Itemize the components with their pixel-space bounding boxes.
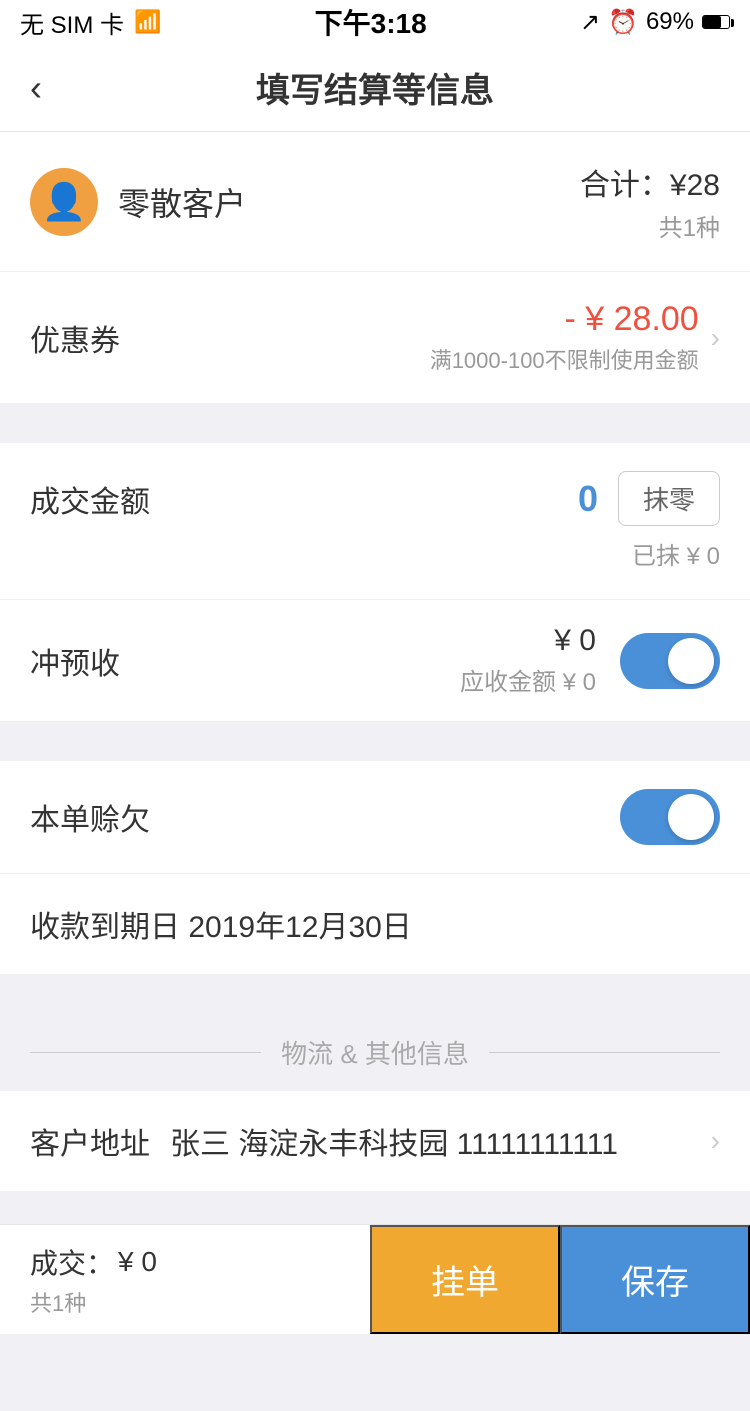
coupon-info: - ¥ 28.00 满1000-100不限制使用金额 (430, 300, 699, 375)
total-count: 共1种 (580, 208, 720, 243)
address-label: 客户地址 (30, 1119, 150, 1163)
status-left: 无 SIM 卡 📶 (20, 5, 161, 40)
save-button[interactable]: 保存 (560, 1225, 750, 1334)
deal-right: 0 抹零 (578, 471, 720, 526)
coupon-label: 优惠券 (30, 316, 120, 360)
pending-button[interactable]: 挂单 (370, 1225, 560, 1334)
customer-section: 👤 零散客户 合计：¥28 共1种 优惠券 - ¥ 28.00 满1000-10… (0, 132, 750, 403)
divider-right (489, 1052, 720, 1053)
deal-value[interactable]: 0 (578, 478, 598, 520)
total-amount: 合计：¥28 (580, 160, 720, 204)
wifi-icon: 📶 (134, 9, 161, 35)
coupon-chevron-icon: › (711, 322, 720, 354)
divider-left (30, 1052, 261, 1053)
alarm-icon: ⏰ (608, 8, 638, 37)
address-chevron-icon: › (711, 1125, 720, 1157)
coupon-amount: - ¥ 28.00 (430, 300, 699, 339)
prepay-sub-text: 应收金额 ¥ 0 (460, 662, 596, 697)
address-value: 张三 海淀永丰科技园 11111111111 (170, 1119, 711, 1163)
bottom-info: 成交： ¥ 0 共1种 (0, 1225, 370, 1334)
coupon-row[interactable]: 优惠券 - ¥ 28.00 满1000-100不限制使用金额 › (0, 271, 750, 403)
logistics-section: 物流 & 其他信息 (0, 1014, 750, 1091)
coupon-desc: 满1000-100不限制使用金额 (430, 343, 699, 375)
deal-sub-text: 已抹 ¥ 0 (30, 536, 720, 571)
coupon-right: - ¥ 28.00 满1000-100不限制使用金额 › (430, 300, 720, 375)
debt-section: 本单赊欠 收款到期日 2019年12月30日 (0, 761, 750, 974)
prepay-toggle[interactable] (620, 633, 720, 689)
avatar-icon: 👤 (42, 181, 87, 223)
customer-right: 合计：¥28 共1种 (580, 160, 720, 243)
status-time: 下午3:18 (315, 2, 427, 42)
due-date-text: 收款到期日 2019年12月30日 (30, 911, 412, 944)
status-right: ↗ ⏰ 69% (580, 8, 730, 37)
customer-row: 👤 零散客户 合计：¥28 共1种 (0, 132, 750, 271)
round-zero-button[interactable]: 抹零 (618, 471, 720, 526)
section-divider-1 (0, 423, 750, 443)
nav-bar: ‹ 填写结算等信息 (0, 44, 750, 132)
status-bar: 无 SIM 卡 📶 下午3:18 ↗ ⏰ 69% (0, 0, 750, 44)
bottom-deal-amount: ¥ 0 (118, 1246, 157, 1278)
bottom-count: 共1种 (30, 1286, 340, 1318)
logistics-divider: 物流 & 其他信息 (30, 1034, 720, 1071)
prepay-label: 冲预收 (30, 639, 120, 683)
prepay-row: 冲预收 ¥ 0 应收金额 ¥ 0 (0, 599, 750, 721)
debt-toggle-knob (668, 794, 714, 840)
avatar: 👤 (30, 168, 98, 236)
customer-left: 👤 零散客户 (30, 168, 246, 236)
battery-icon (702, 15, 730, 29)
battery-percent: 69% (646, 8, 694, 36)
section-divider-2 (0, 741, 750, 761)
address-row[interactable]: 客户地址 张三 海淀永丰科技园 11111111111 › (0, 1091, 750, 1191)
page-title: 填写结算等信息 (256, 63, 494, 112)
deal-amount-label: 成交金额 (30, 477, 150, 521)
prepay-info: ¥ 0 应收金额 ¥ 0 (460, 624, 596, 697)
debt-row: 本单赊欠 (0, 761, 750, 873)
address-section: 客户地址 张三 海淀永丰科技园 11111111111 › (0, 1091, 750, 1191)
logistics-label: 物流 & 其他信息 (281, 1034, 469, 1071)
prepay-amount: ¥ 0 (460, 624, 596, 658)
section-divider-3 (0, 994, 750, 1014)
toggle-knob (668, 638, 714, 684)
sim-label: 无 SIM 卡 (20, 5, 124, 40)
prepay-right: ¥ 0 应收金额 ¥ 0 (460, 624, 720, 697)
customer-name: 零散客户 (118, 179, 246, 225)
back-button[interactable]: ‹ (30, 67, 42, 109)
bottom-deal-label: 成交： (30, 1242, 114, 1282)
bottom-bar: 成交： ¥ 0 共1种 挂单 保存 (0, 1224, 750, 1334)
deal-amount-row: 成交金额 0 抹零 已抹 ¥ 0 (0, 443, 750, 599)
deal-row: 成交金额 0 抹零 (30, 471, 720, 526)
due-date-row: 收款到期日 2019年12月30日 (0, 873, 750, 974)
location-icon: ↗ (580, 8, 600, 37)
bottom-deal-row: 成交： ¥ 0 (30, 1242, 340, 1282)
deal-section: 成交金额 0 抹零 已抹 ¥ 0 冲预收 ¥ 0 应收金额 ¥ 0 (0, 443, 750, 721)
debt-label: 本单赊欠 (30, 795, 150, 839)
debt-toggle[interactable] (620, 789, 720, 845)
